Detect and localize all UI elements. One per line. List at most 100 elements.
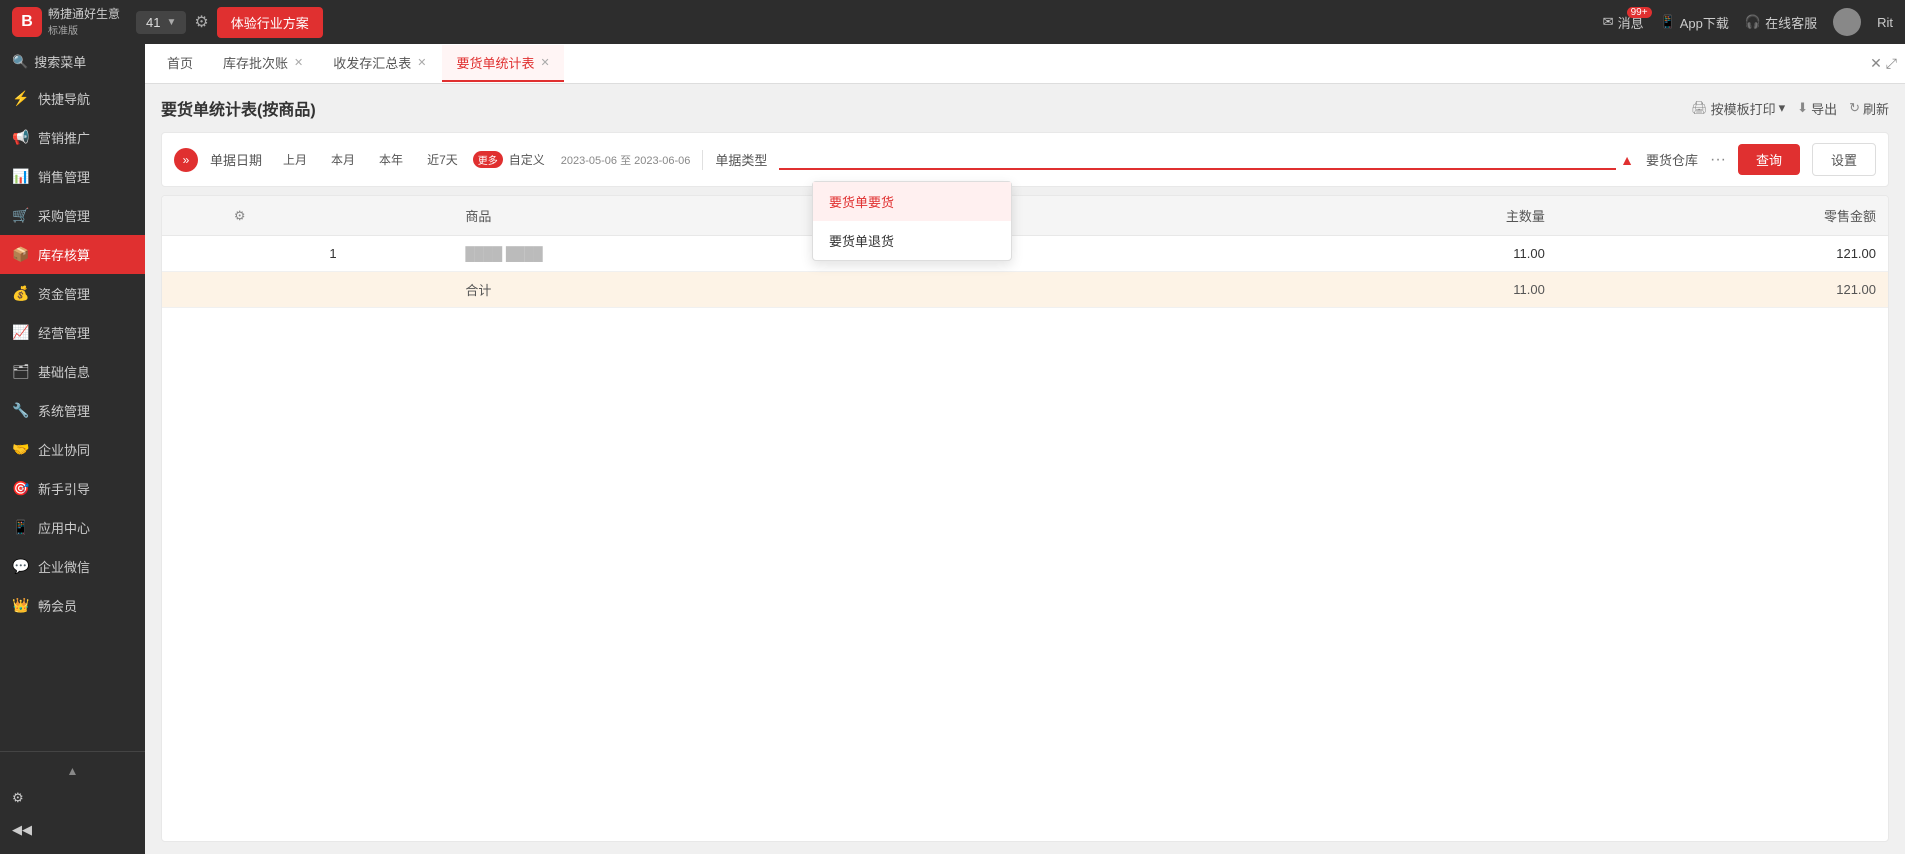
sidebar-item-qiye[interactable]: 🤝 企业协同 <box>0 430 145 469</box>
sidebar-icon-xiaoshou: 📊 <box>12 168 30 185</box>
search-icon: 🔍 <box>12 54 28 70</box>
sidebar-item-xiaoshou[interactable]: 📊 销售管理 <box>0 157 145 196</box>
sidebar-item-xitong[interactable]: 🔧 系统管理 <box>0 391 145 430</box>
query-button[interactable]: 查询 <box>1738 144 1800 175</box>
date-btn-this-year[interactable]: 本年 <box>370 147 412 172</box>
service-icon: 🎧 <box>1745 14 1761 30</box>
print-chevron-icon: ▾ <box>1779 100 1786 116</box>
table-settings-icon[interactable]: ⚙ <box>234 208 246 223</box>
sidebar-item-weixin[interactable]: 💬 企业微信 <box>0 547 145 586</box>
data-table: ⚙ 商品 主计量单位 主数量 零售金额 1 <box>162 196 1888 308</box>
sidebar-item-jichu[interactable]: 🗂 基础信息 <box>0 352 145 391</box>
warehouse-dots-icon[interactable]: ··· <box>1710 151 1726 169</box>
tab-yaohuo-tongji-label: 要货单统计表 <box>456 53 534 72</box>
tab-close-all-icon[interactable]: ✕ <box>1870 55 1882 72</box>
sidebar-item-xinshou[interactable]: 🎯 新手引导 <box>0 469 145 508</box>
sidebar-icon-qiye: 🤝 <box>12 441 30 458</box>
cell-no: 1 <box>317 236 453 272</box>
col-header-no <box>317 196 453 236</box>
tab-shoufasong-label: 收发存汇总表 <box>333 53 411 72</box>
type-select-arrow[interactable]: ▲ <box>1620 152 1634 168</box>
sidebar-item-huiyuan[interactable]: 👑 畅会员 <box>0 586 145 625</box>
tab-kucun-pizhang[interactable]: 库存批次账 ✕ <box>209 45 317 82</box>
sidebar-icon-yingyong: 📱 <box>12 519 30 536</box>
dropdown-item-yaohuo-tui[interactable]: 要货单退货 <box>813 221 1011 260</box>
message-button[interactable]: ✉ 消息 99+ <box>1603 13 1644 32</box>
footer-amount-cell: 121.00 <box>1557 272 1888 308</box>
date-custom-btn[interactable]: 自定义 <box>509 151 545 168</box>
tab-expand-icon[interactable]: ⤢ <box>1886 55 1897 72</box>
footer-unit-cell <box>895 272 1283 308</box>
sidebar-label-yingyong: 应用中心 <box>38 518 90 537</box>
date-filter-label: 单据日期 <box>210 150 262 169</box>
print-button[interactable]: 🖨 按模板打印 ▾ <box>1691 99 1785 118</box>
col-header-settings[interactable]: ⚙ <box>162 196 317 236</box>
sidebar-search[interactable]: 🔍 搜索菜单 <box>0 44 145 79</box>
cell-amount: 121.00 <box>1557 236 1888 272</box>
sidebar-label-huiyuan: 畅会员 <box>38 596 77 615</box>
table-row: 1 ████ ████ 块 11.00 121.00 <box>162 236 1888 272</box>
dropdown-item-yaohuo-dan[interactable]: 要货单要货 <box>813 182 1011 221</box>
tab-home-label: 首页 <box>167 53 193 72</box>
date-more-badge[interactable]: 更多 <box>473 151 503 168</box>
refresh-button[interactable]: ↻ 刷新 <box>1849 99 1889 118</box>
sidebar-settings-button[interactable]: ⚙ <box>0 782 145 814</box>
print-label: 按模板打印 <box>1711 99 1776 118</box>
footer-no-cell <box>317 272 453 308</box>
sidebar-icon-xitong: 🔧 <box>12 402 30 419</box>
content-area: 首页 库存批次账 ✕ 收发存汇总表 ✕ 要货单统计表 ✕ ✕ ⤢ 要 <box>145 44 1905 854</box>
refresh-icon: ↻ <box>1849 100 1860 116</box>
tab-yaohuo-tongji[interactable]: 要货单统计表 ✕ <box>442 45 563 82</box>
user-name: Rit <box>1877 15 1893 30</box>
export-button[interactable]: ⬇ 导出 <box>1797 99 1837 118</box>
settings-button[interactable]: 设置 <box>1812 143 1876 176</box>
data-table-wrap: ⚙ 商品 主计量单位 主数量 零售金额 1 <box>161 195 1889 842</box>
tab-home[interactable]: 首页 <box>153 45 207 82</box>
page-actions: 🖨 按模板打印 ▾ ⬇ 导出 ↻ 刷新 <box>1691 99 1889 118</box>
date-btn-7days[interactable]: 近7天 <box>418 147 467 172</box>
date-btn-this-month[interactable]: 本月 <box>322 147 364 172</box>
sidebar-item-jingying[interactable]: 📈 经营管理 <box>0 313 145 352</box>
scroll-up-icon: ▲ <box>67 764 79 778</box>
chevron-down-icon: ▼ <box>166 17 176 28</box>
date-btn-last-month[interactable]: 上月 <box>274 147 316 172</box>
filter-expand-button[interactable]: » <box>174 148 198 172</box>
sidebar-collapse-button[interactable]: ◀◀ <box>0 814 145 846</box>
footer-label-cell: 合计 <box>453 272 894 308</box>
user-avatar[interactable] <box>1833 8 1861 36</box>
main-layout: 🔍 搜索菜单 ⚡ 快捷导航 📢 营销推广 📊 销售管理 🛒 采购管理 📦 库存核… <box>0 44 1905 854</box>
cell-qty: 11.00 <box>1282 236 1556 272</box>
tab-kucun-pizhang-close[interactable]: ✕ <box>294 56 303 69</box>
type-select-input[interactable] <box>779 149 1616 170</box>
sidebar-item-kucun[interactable]: 📦 库存核算 <box>0 235 145 274</box>
sidebar-icon-zijin: 💰 <box>12 285 30 302</box>
footer-settings-cell <box>162 272 317 308</box>
collapse-icon: ◀◀ <box>12 822 32 838</box>
tab-shoufasong[interactable]: 收发存汇总表 ✕ <box>319 45 440 82</box>
sidebar-item-yingyong[interactable]: 📱 应用中心 <box>0 508 145 547</box>
sidebar-item-zijin[interactable]: 💰 资金管理 <box>0 274 145 313</box>
export-label: 导出 <box>1811 99 1837 118</box>
gear-icon[interactable]: ⚙ <box>194 12 208 32</box>
sidebar-item-yingxiao[interactable]: 📢 营销推广 <box>0 118 145 157</box>
col-header-qty: 主数量 <box>1282 196 1556 236</box>
sidebar-scroll-up[interactable]: ▲ <box>0 760 145 782</box>
tab-yaohuo-tongji-close[interactable]: ✕ <box>541 56 550 69</box>
sidebar-icon-kuaijie: ⚡ <box>12 90 30 107</box>
logo-icon: B <box>12 7 42 37</box>
app-download-button[interactable]: 📱 App下载 <box>1660 13 1729 32</box>
sidebar-icon-caigou: 🛒 <box>12 207 30 224</box>
filter-separator <box>702 150 703 170</box>
date-options-group: 上月 本月 本年 近7天 更多 自定义 <box>274 147 545 172</box>
store-selector[interactable]: 41 ▼ <box>136 11 186 34</box>
trial-button[interactable]: 体验行业方案 <box>217 7 323 38</box>
sidebar-label-kuaijie: 快捷导航 <box>38 89 90 108</box>
sidebar-icon-kucun: 📦 <box>12 246 30 263</box>
tab-bar: 首页 库存批次账 ✕ 收发存汇总表 ✕ 要货单统计表 ✕ ✕ ⤢ <box>145 44 1905 84</box>
sidebar-item-kuaijie[interactable]: ⚡ 快捷导航 <box>0 79 145 118</box>
type-select-wrap: ▲ <box>779 149 1634 170</box>
service-button[interactable]: 🎧 在线客服 <box>1745 13 1817 32</box>
tab-shoufasong-close[interactable]: ✕ <box>417 56 426 69</box>
tab-kucun-pizhang-label: 库存批次账 <box>223 53 288 72</box>
sidebar-item-caigou[interactable]: 🛒 采购管理 <box>0 196 145 235</box>
